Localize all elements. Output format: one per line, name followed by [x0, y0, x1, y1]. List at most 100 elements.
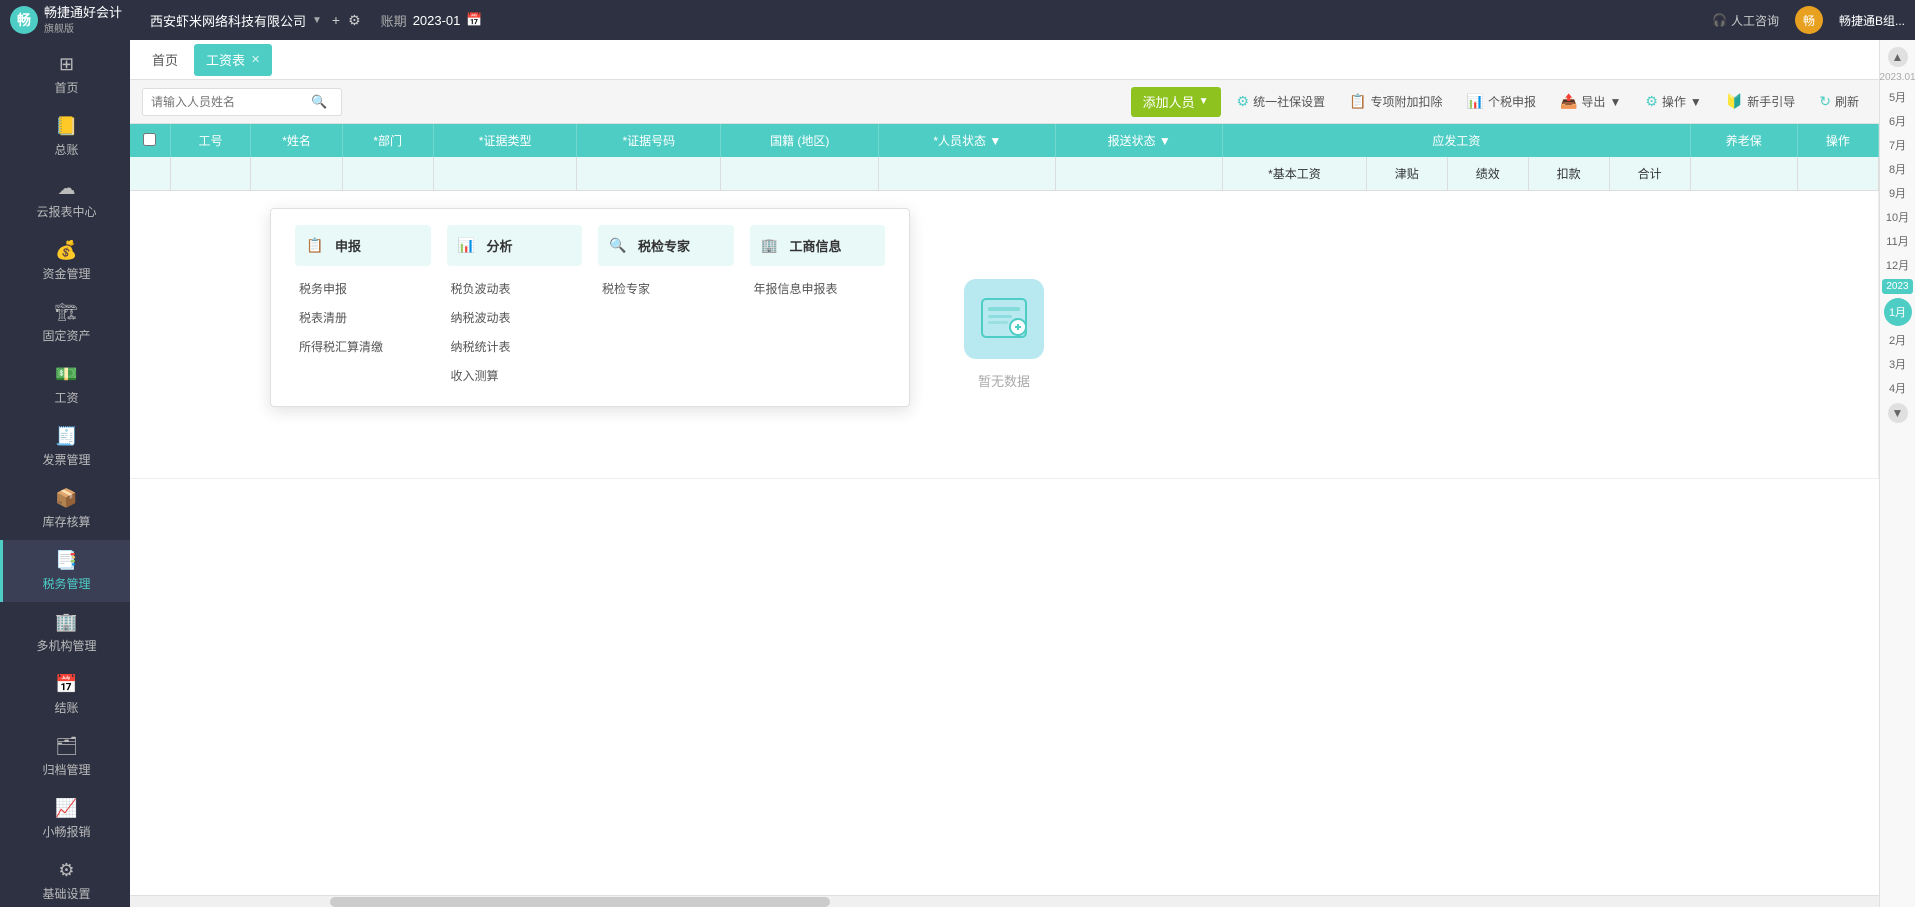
- sidebar-item-fixed-assets[interactable]: 🏗 固定资产: [0, 292, 130, 354]
- special-deduction-icon: 📋: [1349, 93, 1366, 110]
- timeline-month-3[interactable]: 3月: [1882, 352, 1914, 376]
- period-value[interactable]: 2023-01: [413, 13, 461, 28]
- tax-declaration-item[interactable]: 税务申报: [295, 274, 431, 303]
- period-label: 账期: [381, 11, 407, 30]
- calendar-icon[interactable]: 📅: [466, 12, 482, 28]
- select-all-checkbox[interactable]: [143, 133, 156, 146]
- sub-col-performance: 绩效: [1447, 157, 1528, 191]
- operations-button[interactable]: ⚙ 操作 ▼: [1637, 89, 1709, 114]
- income-calc-item[interactable]: 收入测算: [447, 361, 583, 390]
- declaration-icon: 📋: [301, 231, 329, 259]
- sidebar-item-salary[interactable]: 💵 工资: [0, 354, 130, 416]
- sidebar-label-mini: 小畅报销: [42, 823, 90, 840]
- timeline-month-5[interactable]: 5月: [1882, 85, 1914, 109]
- sidebar-item-home[interactable]: ⊞ 首页: [0, 44, 130, 106]
- timeline-month-11[interactable]: 11月: [1882, 229, 1914, 253]
- timeline-nav-up[interactable]: ▲: [1888, 47, 1908, 67]
- tax-expert-title: 税检专家: [638, 236, 690, 255]
- top-right: 🎧 人工咨询 畅 畅捷通B组...: [1712, 6, 1905, 34]
- company-selector[interactable]: 西安虾米网络科技有限公司 ▼: [150, 11, 322, 30]
- sidebar-label-closing: 结账: [54, 699, 78, 716]
- company-name: 西安虾米网络科技有限公司: [150, 11, 306, 30]
- dropdown-overlay: 📋 申报 税务申报 税表清册 所得税汇算清缴 📊 分析 税负波动表: [270, 208, 910, 407]
- export-icon: 📤: [1560, 93, 1577, 110]
- tax-settlement-item[interactable]: 所得税汇算清缴: [295, 332, 431, 361]
- sidebar-item-invoice[interactable]: 🧾 发票管理: [0, 416, 130, 478]
- timeline-month-8[interactable]: 8月: [1882, 157, 1914, 181]
- col-person-status[interactable]: *人员状态 ▼: [879, 124, 1056, 157]
- business-icon: 🏢: [756, 231, 784, 259]
- timeline-month-12[interactable]: 12月: [1882, 253, 1914, 277]
- timeline-nav-down[interactable]: ▼: [1888, 403, 1908, 423]
- tab-close-icon[interactable]: ✕: [251, 53, 260, 66]
- guide-button[interactable]: 🔰 新手引导: [1718, 89, 1803, 114]
- fund-icon: 💰: [55, 240, 77, 261]
- tab-home[interactable]: 首页: [140, 44, 190, 76]
- tax-burden-item[interactable]: 税负波动表: [447, 274, 583, 303]
- chevron-down-icon: ▼: [1199, 96, 1209, 107]
- empty-icon: [964, 279, 1044, 359]
- timeline-month-7[interactable]: 7月: [1882, 133, 1914, 157]
- analysis-title: 分析: [487, 236, 513, 255]
- export-button[interactable]: 📤 导出 ▼: [1552, 89, 1629, 114]
- header-actions: + ⚙: [332, 12, 361, 29]
- timeline-month-1-active[interactable]: 1月: [1884, 298, 1912, 326]
- social-security-icon: ⚙: [1237, 93, 1250, 110]
- tab-salary[interactable]: 工资表 ✕: [194, 44, 272, 76]
- tax-form-item[interactable]: 税表清册: [295, 303, 431, 332]
- support-button[interactable]: 🎧 人工咨询: [1712, 12, 1779, 29]
- col-report-status[interactable]: 报送状态 ▼: [1056, 124, 1223, 157]
- mini-report-icon: 📈: [55, 798, 77, 819]
- add-person-button[interactable]: 添加人员 ▼: [1131, 87, 1221, 117]
- sidebar-item-mini-report[interactable]: 📈 小畅报销: [0, 788, 130, 850]
- tax-stat-item[interactable]: 纳税统计表: [447, 332, 583, 361]
- sidebar-label-basic: 基础设置: [42, 885, 90, 902]
- sub-col-deduction: 扣款: [1528, 157, 1609, 191]
- search-input[interactable]: [151, 95, 311, 109]
- dropdown-col-business: 🏢 工商信息 年报信息申报表: [742, 225, 894, 390]
- tax-expert-icon: 🔍: [604, 231, 632, 259]
- export-label: 导出: [1581, 93, 1605, 110]
- sidebar-item-multi-org[interactable]: 🏢 多机构管理: [0, 602, 130, 664]
- sidebar-item-closing[interactable]: 📅 结账: [0, 664, 130, 726]
- sidebar-item-cloud-report[interactable]: ☁ 云报表中心: [0, 168, 130, 230]
- timeline-month-2[interactable]: 2月: [1882, 328, 1914, 352]
- tax-payment-item[interactable]: 纳税波动表: [447, 303, 583, 332]
- refresh-icon: ↻: [1819, 93, 1831, 110]
- special-deduction-button[interactable]: 📋 专项附加扣除: [1341, 89, 1450, 114]
- timeline-month-6[interactable]: 6月: [1882, 109, 1914, 133]
- tax-report-button[interactable]: 📊 个税申报: [1459, 89, 1544, 114]
- scrollbar-wrap[interactable]: [130, 895, 1879, 907]
- social-security-button[interactable]: ⚙ 统一社保设置: [1229, 89, 1334, 114]
- sidebar-item-inventory[interactable]: 📦 库存核算: [0, 478, 130, 540]
- sidebar-item-basic-settings[interactable]: ⚙ 基础设置: [0, 850, 130, 907]
- col-nation: 国籍 (地区): [721, 124, 879, 157]
- col-cert-type: *证据类型: [433, 124, 577, 157]
- dropdown-col-tax-expert: 🔍 税检专家 税检专家: [590, 225, 742, 390]
- timeline-month-4[interactable]: 4月: [1882, 376, 1914, 400]
- search-input-wrap: 🔍: [142, 88, 342, 116]
- timeline-month-9[interactable]: 9月: [1882, 181, 1914, 205]
- guide-icon: 🔰: [1726, 93, 1743, 110]
- settings-button[interactable]: ⚙: [348, 12, 361, 29]
- refresh-button[interactable]: ↻ 刷新: [1811, 89, 1867, 114]
- sidebar-label-invoice: 发票管理: [42, 451, 90, 468]
- logo-icon: 畅: [10, 6, 38, 34]
- timeline-year-2023: 2023: [1882, 279, 1912, 294]
- sidebar-item-ledger[interactable]: 📒 总账: [0, 106, 130, 168]
- tax-expert-item[interactable]: 税检专家: [598, 274, 734, 303]
- salary-icon: 💵: [55, 364, 77, 385]
- app-subtitle: 旗舰版: [44, 20, 122, 35]
- archive-icon: 🗂: [55, 736, 78, 757]
- timeline-month-10[interactable]: 10月: [1882, 205, 1914, 229]
- annual-report-item[interactable]: 年报信息申报表: [750, 274, 886, 303]
- special-deduction-label: 专项附加扣除: [1371, 93, 1443, 110]
- analysis-icon: 📊: [453, 231, 481, 259]
- sidebar-item-fund[interactable]: 💰 资金管理: [0, 230, 130, 292]
- declaration-title: 申报: [335, 236, 361, 255]
- sidebar-item-archive[interactable]: 🗂 归档管理: [0, 726, 130, 788]
- user-name[interactable]: 畅捷通B组...: [1839, 12, 1905, 29]
- sidebar-item-tax[interactable]: 📑 税务管理: [0, 540, 130, 602]
- add-company-button[interactable]: +: [332, 12, 340, 28]
- sidebar-label-tax: 税务管理: [42, 575, 90, 592]
